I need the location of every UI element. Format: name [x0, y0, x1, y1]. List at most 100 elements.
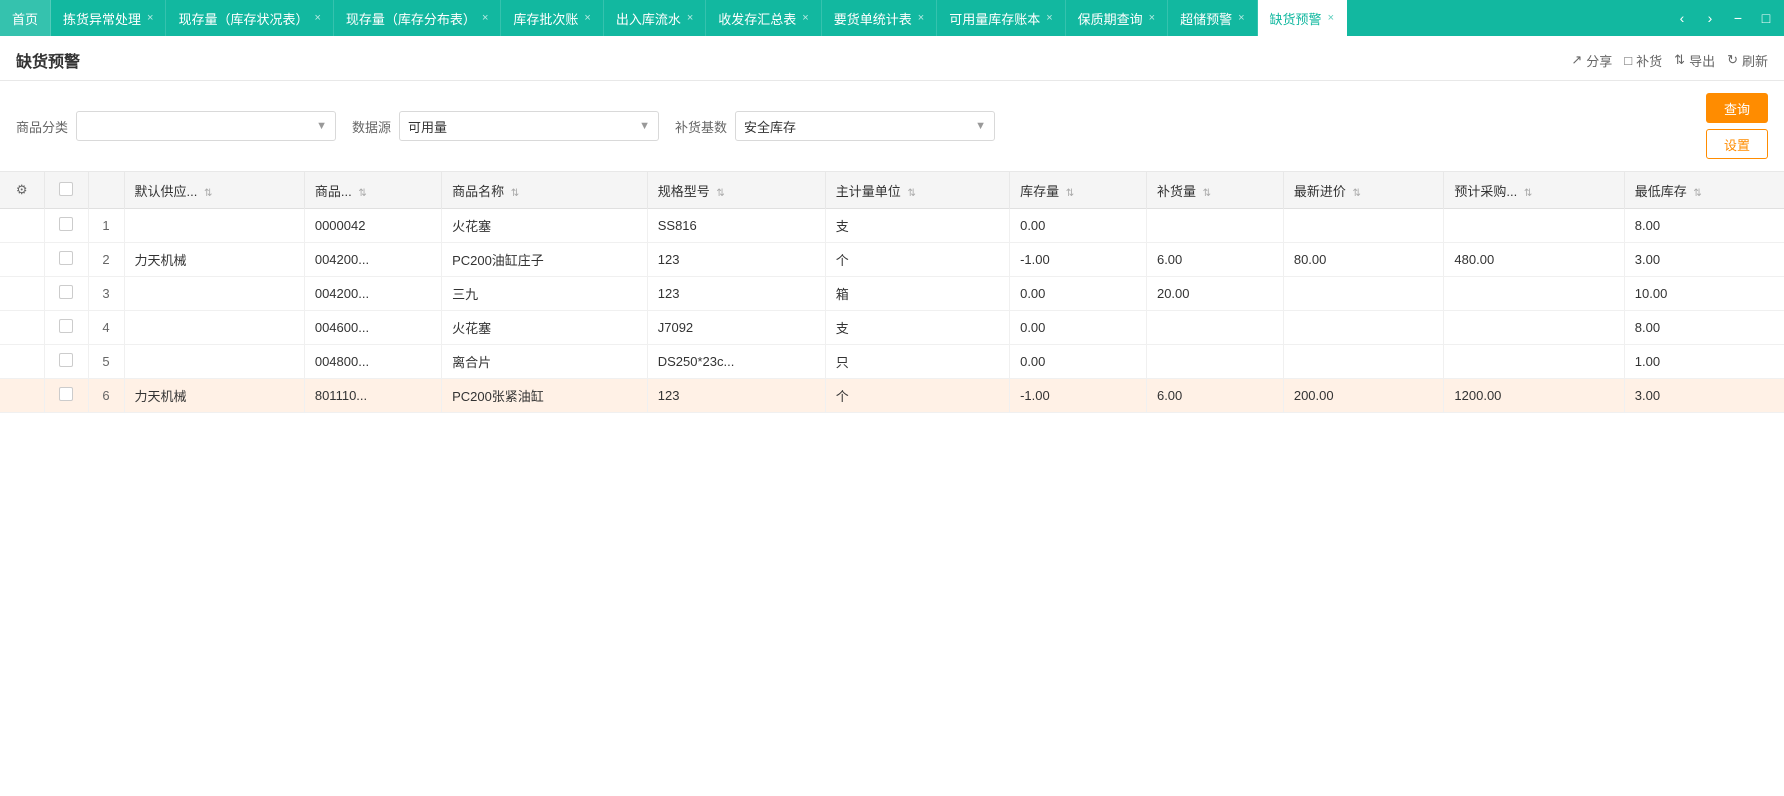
nav-tab-picking[interactable]: 拣货异常处理 ×: [51, 0, 166, 36]
nav-tab-expiry[interactable]: 保质期查询 ×: [1066, 0, 1168, 36]
close-icon[interactable]: ×: [918, 12, 924, 24]
minimize-button[interactable]: −: [1724, 4, 1752, 32]
close-icon[interactable]: ×: [1046, 12, 1052, 24]
column-goods-name[interactable]: 商品名称 ⇅: [442, 172, 648, 209]
row-spec: 123: [647, 243, 825, 277]
nav-tab-summary[interactable]: 收发存汇总表 ×: [706, 0, 821, 36]
column-est-purchase[interactable]: 预计采购... ⇅: [1444, 172, 1624, 209]
close-icon[interactable]: ×: [482, 12, 488, 24]
row-settings: [0, 311, 44, 345]
column-stock[interactable]: 库存量 ⇅: [1010, 172, 1147, 209]
row-checkbox[interactable]: [59, 319, 73, 333]
next-tab-button[interactable]: ›: [1696, 4, 1724, 32]
table-row[interactable]: 5 004800... 离合片 DS250*23c... 只 0.00 1.00: [0, 345, 1784, 379]
column-settings[interactable]: ⚙: [0, 172, 44, 209]
header-checkbox[interactable]: [59, 182, 73, 196]
row-goods-code: 004200...: [304, 277, 441, 311]
row-stock: 0.00: [1010, 311, 1147, 345]
column-min-stock[interactable]: 最低库存 ⇅: [1624, 172, 1784, 209]
close-icon[interactable]: ×: [1238, 12, 1244, 24]
row-num: 3: [88, 277, 124, 311]
nav-tab-stock1[interactable]: 现存量（库存状况表） ×: [166, 0, 333, 36]
row-settings: [0, 277, 44, 311]
replenish-value: 安全库存: [744, 117, 796, 136]
nav-tab-requisition[interactable]: 要货单统计表 ×: [822, 0, 937, 36]
replenish-filter-group: 补货基数 安全库存 ▼: [675, 111, 995, 141]
close-icon[interactable]: ×: [802, 12, 808, 24]
nav-tab-available[interactable]: 可用量库存账本 ×: [937, 0, 1065, 36]
table-row[interactable]: 3 004200... 三九 123 箱 0.00 20.00 10.00: [0, 277, 1784, 311]
main-area: 缺货预警 ↗ 分享 □ 补货 ⇅ 导出 ↻ 刷新 商品分类: [0, 36, 1784, 796]
refresh-button[interactable]: ↻ 刷新: [1727, 51, 1768, 70]
nav-tab-stock2[interactable]: 现存量（库存分布表） ×: [334, 0, 501, 36]
row-settings: [0, 243, 44, 277]
row-checkbox[interactable]: [59, 387, 73, 401]
datasource-label: 数据源: [352, 117, 391, 136]
share-icon: ↗: [1571, 52, 1582, 68]
row-min-stock: 1.00: [1624, 345, 1784, 379]
gear-icon[interactable]: ⚙: [12, 180, 32, 200]
row-min-stock: 8.00: [1624, 209, 1784, 243]
row-stock: -1.00: [1010, 243, 1147, 277]
category-select[interactable]: ▼: [76, 111, 336, 141]
query-button[interactable]: 查询: [1706, 93, 1768, 123]
row-checkbox[interactable]: [59, 353, 73, 367]
close-icon[interactable]: ×: [1149, 12, 1155, 24]
row-checkbox-cell[interactable]: [44, 277, 88, 311]
table-row[interactable]: 4 004600... 火花塞 J7092 支 0.00 8.00: [0, 311, 1784, 345]
row-checkbox-cell[interactable]: [44, 345, 88, 379]
row-latest-price: 200.00: [1283, 379, 1444, 413]
row-num: 4: [88, 311, 124, 345]
row-checkbox-cell[interactable]: [44, 311, 88, 345]
prev-tab-button[interactable]: ‹: [1668, 4, 1696, 32]
chevron-down-icon: ▼: [639, 120, 650, 132]
row-spec: SS816: [647, 209, 825, 243]
row-checkbox[interactable]: [59, 251, 73, 265]
row-est-purchase: 480.00: [1444, 243, 1624, 277]
column-replenish[interactable]: 补货量 ⇅: [1146, 172, 1283, 209]
row-spec: 123: [647, 277, 825, 311]
column-supplier[interactable]: 默认供应... ⇅: [124, 172, 304, 209]
row-unit: 支: [825, 311, 1009, 345]
close-icon[interactable]: ×: [1328, 12, 1334, 24]
table-row[interactable]: 6 力天机械 801110... PC200张紧油缸 123 个 -1.00 6…: [0, 379, 1784, 413]
maximize-button[interactable]: □: [1752, 4, 1780, 32]
row-replenish: 6.00: [1146, 243, 1283, 277]
filter-buttons: 查询 设置: [1706, 93, 1768, 159]
nav-tab-flow[interactable]: 出入库流水 ×: [604, 0, 706, 36]
datasource-select[interactable]: 可用量 ▼: [399, 111, 659, 141]
nav-tab-home[interactable]: 首页: [0, 0, 51, 36]
replenish-button[interactable]: □ 补货: [1624, 51, 1662, 70]
row-checkbox-cell[interactable]: [44, 243, 88, 277]
column-goods-code[interactable]: 商品... ⇅: [304, 172, 441, 209]
nav-tab-overstock[interactable]: 超储预警 ×: [1168, 0, 1257, 36]
share-button[interactable]: ↗ 分享: [1571, 51, 1612, 70]
settings-button[interactable]: 设置: [1706, 129, 1768, 159]
chevron-down-icon: ▼: [975, 120, 986, 132]
refresh-icon: ↻: [1727, 52, 1738, 68]
column-spec[interactable]: 规格型号 ⇅: [647, 172, 825, 209]
row-est-purchase: [1444, 209, 1624, 243]
close-icon[interactable]: ×: [687, 12, 693, 24]
column-latest-price[interactable]: 最新进价 ⇅: [1283, 172, 1444, 209]
sort-icon: ⇅: [716, 188, 724, 199]
replenish-select[interactable]: 安全库存 ▼: [735, 111, 995, 141]
row-supplier: [124, 345, 304, 379]
close-icon[interactable]: ×: [147, 12, 153, 24]
table-row[interactable]: 1 0000042 火花塞 SS816 支 0.00 8.00: [0, 209, 1784, 243]
export-button[interactable]: ⇅ 导出: [1674, 51, 1715, 70]
column-checkbox[interactable]: [44, 172, 88, 209]
table-row[interactable]: 2 力天机械 004200... PC200油缸庄子 123 个 -1.00 6…: [0, 243, 1784, 277]
row-checkbox[interactable]: [59, 285, 73, 299]
row-stock: 0.00: [1010, 277, 1147, 311]
row-checkbox-cell[interactable]: [44, 379, 88, 413]
nav-tab-batch[interactable]: 库存批次账 ×: [501, 0, 603, 36]
row-min-stock: 3.00: [1624, 379, 1784, 413]
row-checkbox-cell[interactable]: [44, 209, 88, 243]
datasource-value: 可用量: [408, 117, 447, 136]
row-checkbox[interactable]: [59, 217, 73, 231]
close-icon[interactable]: ×: [584, 12, 590, 24]
column-unit[interactable]: 主计量单位 ⇅: [825, 172, 1009, 209]
nav-tab-shortage[interactable]: 缺货预警 ×: [1258, 0, 1347, 36]
close-icon[interactable]: ×: [314, 12, 320, 24]
